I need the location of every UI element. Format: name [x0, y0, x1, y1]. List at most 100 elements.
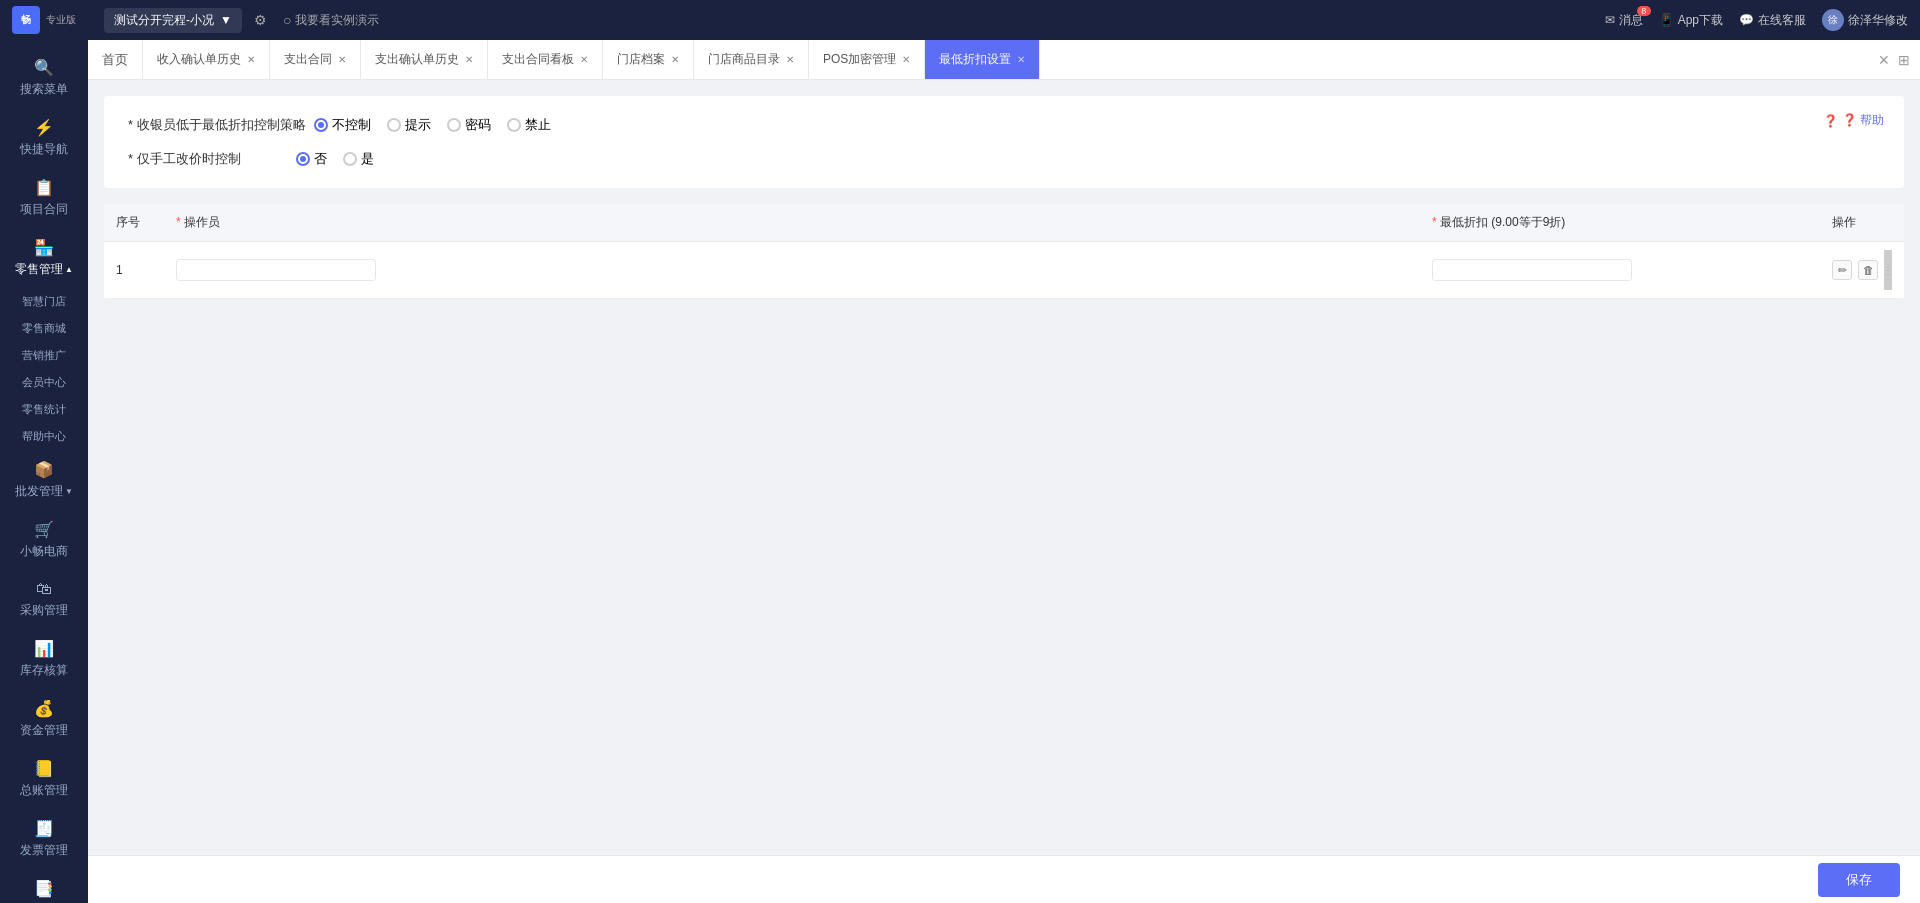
sidebar-item-finance[interactable]: 💰 资金管理	[0, 689, 88, 749]
tab-home[interactable]: 首页	[88, 40, 143, 80]
sidebar-item-shortcut[interactable]: ⚡ 快捷导航	[0, 108, 88, 168]
col-header-seq: 序号	[104, 204, 164, 242]
sidebar-item-member[interactable]: 会员中心	[0, 369, 88, 396]
tab-pay-contract-board[interactable]: 支出合同看板 ✕	[488, 40, 603, 80]
app-download-label: App下载	[1678, 12, 1723, 29]
tab-close-store-goods[interactable]: ✕	[786, 54, 794, 65]
message-action[interactable]: ✉ 消息 8	[1605, 12, 1643, 29]
sidebar-item-smart-store[interactable]: 智慧门店	[0, 288, 88, 315]
shortcut-icon: ⚡	[34, 118, 54, 137]
discount-strategy-label: * 收银员低于最低折扣控制策略	[128, 116, 306, 134]
tax-icon: 📑	[34, 879, 54, 898]
sidebar-label-project: 项目合同	[20, 201, 68, 218]
tab-close-min-discount[interactable]: ✕	[1017, 54, 1025, 65]
form-row-discount-strategy: * 收银员低于最低折扣控制策略 不控制 提示 密码	[128, 116, 1880, 134]
table-panel: 序号 * 操作员 * 最低折扣 (9.00等于9折) 操作 1	[104, 204, 1904, 299]
tab-label-income-history: 收入确认单历史	[157, 51, 241, 68]
tab-close-pay-contract-board[interactable]: ✕	[580, 54, 588, 65]
tab-close-all-btn[interactable]: ✕	[1878, 52, 1890, 68]
tab-pay-contract[interactable]: 支出合同 ✕	[270, 40, 361, 80]
sidebar-item-marketing[interactable]: 营销推广	[0, 342, 88, 369]
sidebar-label-purchase: 采购管理	[20, 602, 68, 619]
tab-min-discount[interactable]: 最低折扣设置 ✕	[925, 40, 1040, 80]
sidebar-label-finance: 资金管理	[20, 722, 68, 739]
radio-password[interactable]: 密码	[447, 116, 491, 134]
online-support-action[interactable]: 💬 在线客服	[1739, 12, 1806, 29]
app-download-action[interactable]: 📱 App下载	[1659, 12, 1723, 29]
tab-label-store-file: 门店档案	[617, 51, 665, 68]
drag-handle[interactable]: ⋮	[1884, 250, 1892, 290]
app-version: 专业版	[46, 13, 76, 27]
sidebar-item-search[interactable]: 🔍 搜索菜单	[0, 48, 88, 108]
sidebar-label-marketing: 营销推广	[22, 348, 66, 363]
radio-dot-yes	[343, 152, 357, 166]
tab-close-store-file[interactable]: ✕	[671, 54, 679, 65]
tab-close-income-history[interactable]: ✕	[247, 54, 255, 65]
sidebar-label-ledger: 总账管理	[20, 782, 68, 799]
table-row: 1 ✏ 🗑 ⋮	[104, 242, 1904, 299]
user-menu[interactable]: 徐 徐泽华修改	[1822, 9, 1908, 31]
radio-label-no: 否	[314, 150, 327, 168]
search-icon: 🔍	[34, 58, 54, 77]
invoice-icon: 🧾	[34, 819, 54, 838]
tab-close-pos-password[interactable]: ✕	[902, 54, 910, 65]
sidebar-item-project[interactable]: 📋 项目合同	[0, 168, 88, 228]
col-header-discount: * 最低折扣 (9.00等于9折)	[1420, 204, 1820, 242]
sidebar-label-smart-store: 智慧门店	[22, 294, 66, 309]
tab-income-history[interactable]: 收入确认单历史 ✕	[143, 40, 270, 80]
demo-link[interactable]: ○ 我要看实例演示	[283, 12, 379, 29]
wholesale-icon: 📦	[34, 460, 54, 479]
sidebar-item-retail[interactable]: 🏪 零售管理 ▲	[0, 228, 88, 288]
sidebar-item-invoice[interactable]: 🧾 发票管理	[0, 809, 88, 869]
tab-label-pos-password: POS加密管理	[823, 51, 896, 68]
sidebar-item-retail-mall[interactable]: 零售商城	[0, 315, 88, 342]
operator-input[interactable]	[176, 259, 376, 281]
sidebar-item-ecommerce[interactable]: 🛒 小畅电商	[0, 510, 88, 570]
radio-remind[interactable]: 提示	[387, 116, 431, 134]
tab-label-home: 首页	[102, 51, 128, 69]
help-label: ❓ 帮助	[1842, 112, 1884, 129]
sidebar-item-inventory[interactable]: 📊 库存核算	[0, 629, 88, 689]
logo-icon: 畅	[12, 6, 40, 34]
sidebar-item-tax[interactable]: 📑 税务管理	[0, 869, 88, 903]
avatar: 徐	[1822, 9, 1844, 31]
tab-store-file[interactable]: 门店档案 ✕	[603, 40, 694, 80]
project-icon: 📋	[34, 178, 54, 197]
form-row-manual-control: * 仅手工改价时控制 否 是	[128, 150, 1880, 168]
discount-input[interactable]	[1432, 259, 1632, 281]
tab-close-pay-confirm-history[interactable]: ✕	[465, 54, 473, 65]
tab-pos-password[interactable]: POS加密管理 ✕	[809, 40, 925, 80]
sidebar-item-purchase[interactable]: 🛍 采购管理	[0, 570, 88, 629]
tab-close-pay-contract[interactable]: ✕	[338, 54, 346, 65]
radio-forbid[interactable]: 禁止	[507, 116, 551, 134]
sidebar-item-ledger[interactable]: 📒 总账管理	[0, 749, 88, 809]
radio-yes[interactable]: 是	[343, 150, 374, 168]
page-content: ❓ ❓ 帮助 * 收银员低于最低折扣控制策略 不控制 提示	[88, 80, 1920, 855]
sidebar-label-shortcut: 快捷导航	[20, 141, 68, 158]
tab-more-btn[interactable]: ⊞	[1898, 52, 1910, 68]
edit-btn[interactable]: ✏	[1832, 260, 1852, 280]
radio-no-control[interactable]: 不控制	[314, 116, 371, 134]
project-selector[interactable]: 测试分开完程-小况 ▼	[104, 8, 242, 33]
retail-icon: 🏪	[34, 238, 54, 257]
tab-pay-confirm-history[interactable]: 支出确认单历史 ✕	[361, 40, 488, 80]
cell-seq: 1	[104, 242, 164, 299]
tab-label-min-discount: 最低折扣设置	[939, 51, 1011, 68]
sidebar-item-help[interactable]: 帮助中心	[0, 423, 88, 450]
purchase-icon: 🛍	[36, 580, 52, 598]
help-button[interactable]: ❓ ❓ 帮助	[1823, 112, 1884, 129]
delete-btn[interactable]: 🗑	[1858, 260, 1878, 280]
tab-label-pay-confirm-history: 支出确认单历史	[375, 51, 459, 68]
app-logo: 畅 专业版	[12, 6, 92, 34]
topbar-actions: ✉ 消息 8 📱 App下载 💬 在线客服 徐 徐泽华修改	[1605, 9, 1908, 31]
tab-store-goods[interactable]: 门店商品目录 ✕	[694, 40, 809, 80]
settings-icon[interactable]: ⚙	[254, 12, 267, 28]
save-button[interactable]: 保存	[1818, 863, 1900, 897]
bottom-bar: 保存	[88, 855, 1920, 903]
sidebar-item-wholesale[interactable]: 📦 批发管理 ▼	[0, 450, 88, 510]
radio-label-password: 密码	[465, 116, 491, 134]
sidebar-label-member: 会员中心	[22, 375, 66, 390]
sidebar-item-retail-stats[interactable]: 零售统计	[0, 396, 88, 423]
main-layout: 🔍 搜索菜单 ⚡ 快捷导航 📋 项目合同 🏪 零售管理 ▲ 智慧门店 零售商城 …	[0, 40, 1920, 903]
radio-no[interactable]: 否	[296, 150, 327, 168]
